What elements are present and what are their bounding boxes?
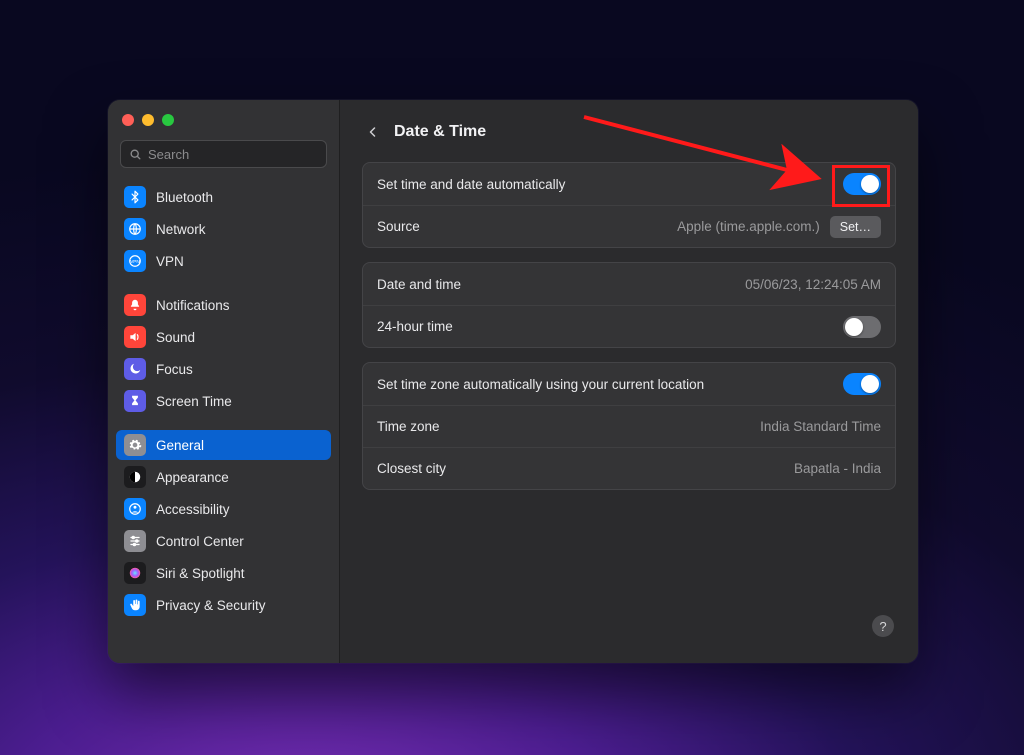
- bell-icon: [124, 294, 146, 316]
- row-value-area: Bapatla - India: [794, 461, 881, 476]
- sidebar-item-notifications[interactable]: Notifications: [116, 290, 331, 320]
- settings-row: Date and time 05/06/23, 12:24:05 AM: [363, 263, 895, 305]
- sidebar-item-label: Bluetooth: [156, 190, 213, 205]
- search-input[interactable]: [148, 147, 324, 162]
- toggle-knob: [861, 375, 879, 393]
- row-value-area: [843, 173, 881, 195]
- sidebar-item-controlcenter[interactable]: Control Center: [116, 526, 331, 556]
- vpn-icon: VPN: [124, 250, 146, 272]
- set-button[interactable]: Set…: [830, 216, 881, 238]
- gear-icon: [124, 434, 146, 456]
- settings-group: Set time zone automatically using your c…: [362, 362, 896, 490]
- hourglass-icon: [124, 390, 146, 412]
- sidebar-item-label: Accessibility: [156, 502, 230, 517]
- sidebar-item-general[interactable]: General: [116, 430, 331, 460]
- row-value: Apple (time.apple.com.): [677, 219, 820, 234]
- sidebar-item-label: Focus: [156, 362, 193, 377]
- sidebar-item-label: VPN: [156, 254, 184, 269]
- settings-row: Closest city Bapatla - India: [363, 447, 895, 489]
- sidebar-item-label: Notifications: [156, 298, 230, 313]
- sliders-icon: [124, 530, 146, 552]
- search-field[interactable]: [120, 140, 327, 168]
- row-label: Set time zone automatically using your c…: [377, 377, 704, 392]
- sidebar-item-label: Appearance: [156, 470, 229, 485]
- row-value: India Standard Time: [760, 419, 881, 434]
- settings-row: Set time and date automatically: [363, 163, 895, 205]
- sidebar-item-network[interactable]: Network: [116, 214, 331, 244]
- sidebar-item-bluetooth[interactable]: Bluetooth: [116, 182, 331, 212]
- row-value-area: [843, 316, 881, 338]
- contrast-icon: [124, 466, 146, 488]
- bluetooth-icon: [124, 186, 146, 208]
- toggle-knob: [861, 175, 879, 193]
- settings-group: Set time and date automatically Source App…: [362, 162, 896, 248]
- sidebar-item-label: Network: [156, 222, 206, 237]
- row-value: 05/06/23, 12:24:05 AM: [745, 277, 881, 292]
- sidebar-item-wifi[interactable]: Wi-Fi: [116, 178, 331, 180]
- settings-row: Source Apple (time.apple.com.) Set…: [363, 205, 895, 247]
- toggle-switch[interactable]: [843, 173, 881, 195]
- globe-icon: [124, 218, 146, 240]
- help-button[interactable]: ?: [872, 615, 894, 637]
- sidebar-item-appearance[interactable]: Appearance: [116, 462, 331, 492]
- sidebar-item-label: Control Center: [156, 534, 244, 549]
- window-traffic-lights: [108, 110, 339, 140]
- toggle-knob: [845, 318, 863, 336]
- close-button[interactable]: [122, 114, 134, 126]
- sidebar-spacer: [116, 418, 331, 430]
- titlebar: Date & Time: [362, 118, 896, 146]
- row-value-area: 05/06/23, 12:24:05 AM: [745, 277, 881, 292]
- toggle-switch[interactable]: [843, 373, 881, 395]
- row-label: 24-hour time: [377, 319, 453, 334]
- sidebar-scroll[interactable]: Wi-Fi Bluetooth Network VPN VPN Notifications…: [108, 178, 339, 663]
- sidebar-item-label: General: [156, 438, 204, 453]
- zoom-button[interactable]: [162, 114, 174, 126]
- row-label: Closest city: [377, 461, 446, 476]
- back-button[interactable]: [362, 121, 384, 143]
- settings-row: Set time zone automatically using your c…: [363, 363, 895, 405]
- sidebar-item-label: Siri & Spotlight: [156, 566, 245, 581]
- sidebar-item-accessibility[interactable]: Accessibility: [116, 494, 331, 524]
- person-icon: [124, 498, 146, 520]
- sidebar-item-label: Screen Time: [156, 394, 232, 409]
- svg-text:VPN: VPN: [130, 259, 140, 264]
- row-label: Time zone: [377, 419, 440, 434]
- settings-group: Date and time 05/06/23, 12:24:05 AM 24-hou…: [362, 262, 896, 348]
- sidebar-item-vpn[interactable]: VPN VPN: [116, 246, 331, 276]
- row-label: Date and time: [377, 277, 461, 292]
- sidebar-item-siri[interactable]: Siri & Spotlight: [116, 558, 331, 588]
- row-value-area: India Standard Time: [760, 419, 881, 434]
- search-icon: [129, 148, 142, 161]
- row-label: Source: [377, 219, 420, 234]
- row-value-area: Apple (time.apple.com.) Set…: [677, 216, 881, 238]
- main-content: Date & Time Set time and date automatica…: [340, 100, 918, 663]
- sidebar: Wi-Fi Bluetooth Network VPN VPN Notifications…: [108, 100, 340, 663]
- moon-icon: [124, 358, 146, 380]
- sidebar-spacer: [116, 278, 331, 290]
- row-value: Bapatla - India: [794, 461, 881, 476]
- row-label: Set time and date automatically: [377, 177, 565, 192]
- sidebar-item-focus[interactable]: Focus: [116, 354, 331, 384]
- sidebar-item-label: Privacy & Security: [156, 598, 266, 613]
- sidebar-item-sound[interactable]: Sound: [116, 322, 331, 352]
- settings-window: Wi-Fi Bluetooth Network VPN VPN Notifications…: [108, 100, 918, 663]
- sidebar-item-label: Sound: [156, 330, 195, 345]
- siri-icon: [124, 562, 146, 584]
- sidebar-item-screentime[interactable]: Screen Time: [116, 386, 331, 416]
- hand-icon: [124, 594, 146, 616]
- settings-row: 24-hour time: [363, 305, 895, 347]
- chevron-left-icon: [367, 125, 379, 139]
- page-title: Date & Time: [394, 123, 486, 141]
- toggle-switch[interactable]: [843, 316, 881, 338]
- settings-row: Time zone India Standard Time: [363, 405, 895, 447]
- minimize-button[interactable]: [142, 114, 154, 126]
- row-value-area: [843, 373, 881, 395]
- speaker-icon: [124, 326, 146, 348]
- sidebar-item-privacy[interactable]: Privacy & Security: [116, 590, 331, 620]
